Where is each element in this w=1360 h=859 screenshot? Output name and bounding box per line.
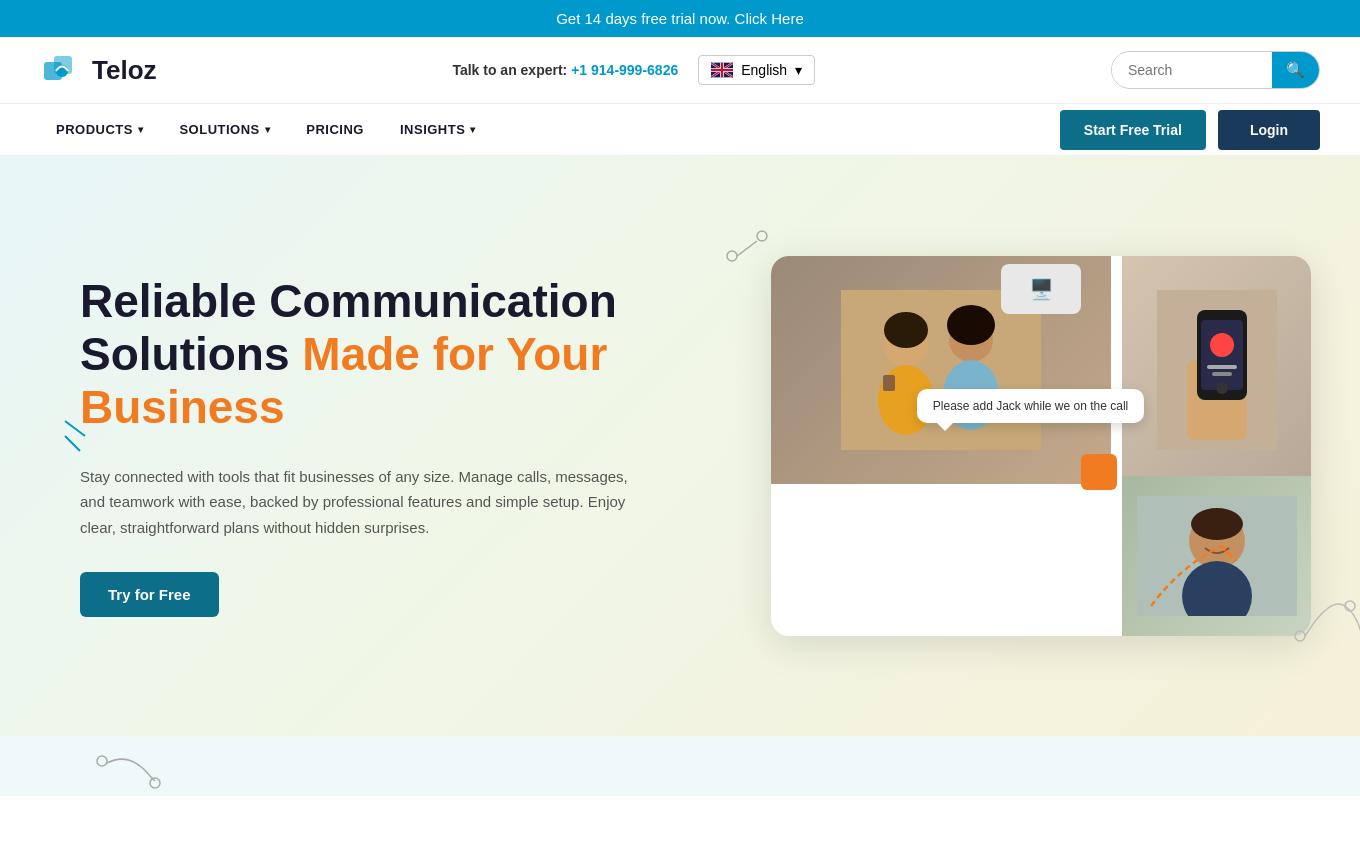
hero-collage: 🖥️	[771, 256, 1311, 636]
svg-point-19	[1210, 333, 1234, 357]
hero-description: Stay connected with tools that fit busin…	[80, 464, 640, 541]
trial-button-label: Start Free Trial	[1084, 122, 1182, 138]
search-container: 🔍	[1111, 51, 1320, 89]
header-search: 🔍	[1111, 51, 1320, 89]
logo-text: Teloz	[92, 55, 157, 86]
nav-pricing[interactable]: PRICING	[290, 104, 380, 155]
svg-point-22	[1216, 382, 1228, 394]
nav-products-label: PRODUCTS	[56, 122, 133, 137]
speech-bubble: Please add Jack while we on the call	[917, 389, 1144, 423]
svg-rect-21	[1212, 372, 1232, 376]
chevron-down-icon: ▾	[138, 124, 144, 135]
hero-title-line3: Business	[80, 381, 285, 433]
hero-image-area: 🖥️	[762, 256, 1320, 636]
bottom-section	[0, 736, 1360, 796]
chevron-down-icon: ▾	[795, 62, 802, 78]
speech-bubble-text: Please add Jack while we on the call	[933, 399, 1128, 413]
login-button[interactable]: Login	[1218, 110, 1320, 150]
svg-point-27	[1295, 631, 1305, 641]
expert-contact: Talk to an expert: +1 914-999-6826	[452, 62, 678, 78]
hero-title: Reliable Communication Solutions Made fo…	[80, 275, 762, 434]
svg-point-31	[97, 756, 107, 766]
hero-title-orange: Made for Your	[302, 328, 607, 380]
svg-point-4	[727, 251, 737, 261]
svg-point-10	[884, 312, 928, 348]
svg-rect-20	[1207, 365, 1237, 369]
hero-content: Reliable Communication Solutions Made fo…	[80, 275, 762, 617]
start-trial-button[interactable]: Start Free Trial	[1060, 110, 1206, 150]
flag-icon	[711, 62, 733, 78]
nav-products[interactable]: PRODUCTS ▾	[40, 104, 159, 155]
dashed-arrow	[1141, 536, 1261, 616]
svg-point-13	[947, 305, 995, 345]
hero-title-line1: Reliable Communication	[80, 275, 617, 327]
search-button[interactable]: 🔍	[1272, 52, 1319, 88]
banner-text: Get 14 days free trial now. Click Here	[556, 10, 804, 27]
hero-title-line2: Solutions	[80, 328, 302, 380]
nav-insights[interactable]: INSIGHTS ▾	[384, 104, 492, 155]
svg-point-32	[150, 778, 160, 788]
try-free-label: Try for Free	[108, 586, 191, 603]
nav-insights-label: INSIGHTS	[400, 122, 465, 137]
language-label: English	[741, 62, 787, 78]
svg-rect-14	[883, 375, 895, 391]
search-input[interactable]	[1112, 54, 1272, 86]
svg-line-6	[737, 241, 757, 256]
try-free-button[interactable]: Try for Free	[80, 572, 219, 617]
logo-icon	[40, 52, 84, 88]
nav-solutions-label: SOLUTIONS	[179, 122, 259, 137]
hero-section: Reliable Communication Solutions Made fo…	[0, 156, 1360, 736]
expert-label: Talk to an expert:	[452, 62, 567, 78]
video-call-bar: 🖥️	[1001, 264, 1081, 314]
main-nav: PRODUCTS ▾ SOLUTIONS ▾ PRICING INSIGHTS …	[0, 104, 1360, 156]
promo-banner[interactable]: Get 14 days free trial now. Click Here	[0, 0, 1360, 37]
nav-items: PRODUCTS ▾ SOLUTIONS ▾ PRICING INSIGHTS …	[40, 104, 492, 155]
header-contact: Talk to an expert: +1 914-999-6826 Engli…	[452, 55, 815, 85]
chevron-down-icon: ▾	[265, 124, 271, 135]
login-button-label: Login	[1250, 122, 1288, 138]
phone-placeholder	[1122, 256, 1311, 484]
nav-solutions[interactable]: SOLUTIONS ▾	[163, 104, 286, 155]
svg-point-5	[757, 231, 767, 241]
deco-bottom-right-dots: ✕	[1280, 576, 1360, 696]
collage-phone-image	[1122, 256, 1311, 484]
orange-square-decoration	[1081, 454, 1117, 490]
video-icon: 🖥️	[1029, 277, 1054, 301]
language-selector[interactable]: English ▾	[698, 55, 815, 85]
chevron-down-icon: ▾	[470, 124, 476, 135]
search-icon: 🔍	[1286, 61, 1305, 78]
site-header: Teloz Talk to an expert: +1 914-999-6826…	[0, 37, 1360, 104]
nav-cta-area: Start Free Trial Login	[1060, 110, 1320, 150]
bottom-deco-lines	[90, 741, 170, 791]
expert-phone[interactable]: +1 914-999-6826	[571, 62, 678, 78]
logo-area: Teloz	[40, 52, 157, 88]
nav-pricing-label: PRICING	[306, 122, 364, 137]
